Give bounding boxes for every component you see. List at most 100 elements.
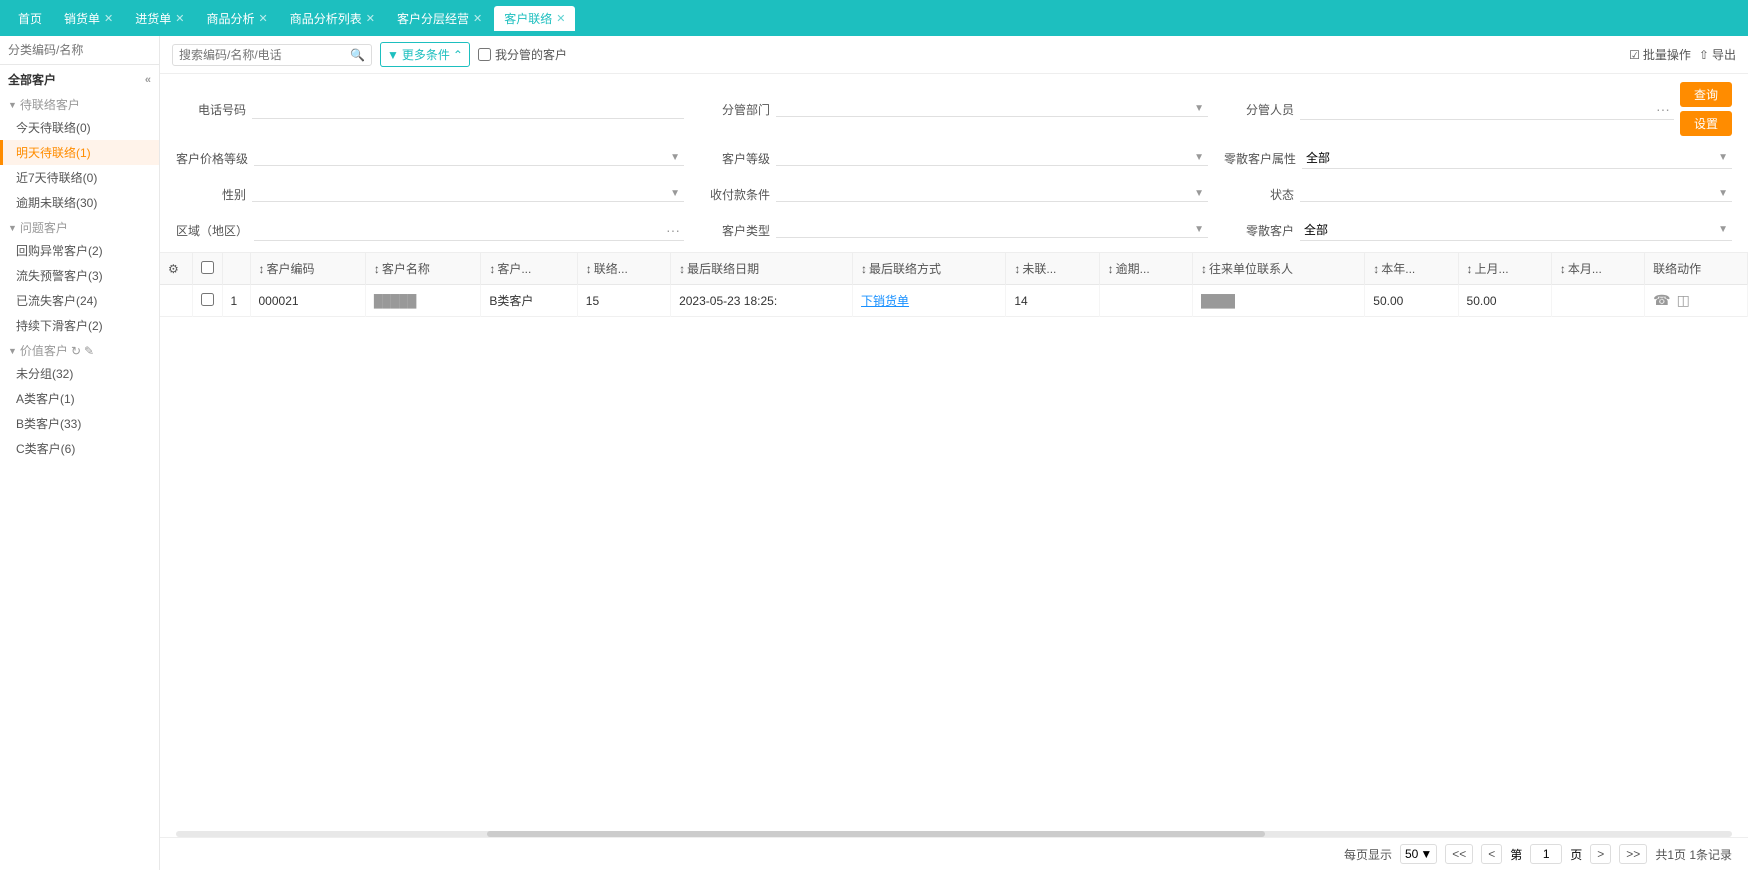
per-page-select[interactable]: 50 ▼ (1400, 844, 1437, 864)
cell-unit-contact: ████ (1192, 285, 1364, 317)
nav-customer-contact-close[interactable]: ✕ (556, 12, 565, 25)
col-customer-type: ↕ 客户... (481, 253, 577, 285)
export-btn[interactable]: ⇧ 导出 (1699, 46, 1736, 63)
row-checkbox[interactable] (201, 293, 214, 306)
customer-level-select[interactable]: ▼ (776, 150, 1208, 166)
sidebar-item-churned[interactable]: 已流失客户(24) (0, 288, 159, 313)
settings-gear-icon[interactable]: ⚙ (168, 262, 179, 276)
per-page-label: 每页显示 (1344, 846, 1392, 863)
gender-select[interactable]: ▼ (252, 186, 684, 202)
col-customer-code-sort-icon[interactable]: ↕ (259, 262, 265, 276)
last-page-btn[interactable]: >> (1619, 844, 1647, 864)
main-search-icon[interactable]: 🔍 (350, 48, 365, 62)
nav-goods-analysis-table[interactable]: 商品分析列表 ✕ (280, 6, 385, 31)
next-page-btn[interactable]: > (1590, 844, 1611, 864)
nav-customer-segment-close[interactable]: ✕ (473, 12, 482, 25)
col-customer-name-sort-icon[interactable]: ↕ (374, 262, 380, 276)
my-customers-filter[interactable]: 我分管的客户 (478, 46, 567, 63)
scroll-thumb[interactable] (487, 831, 1265, 837)
select-all-checkbox[interactable] (201, 261, 214, 274)
sidebar-item-class-b[interactable]: B类客户(33) (0, 411, 159, 436)
set-btn[interactable]: 设置 (1680, 111, 1732, 136)
horizontal-scrollbar[interactable] (160, 831, 1748, 837)
retail-attr-select[interactable]: 全部 ▼ (1302, 147, 1732, 169)
col-contact-sort-icon[interactable]: ↕ (586, 262, 592, 276)
prev-page-btn[interactable]: < (1481, 844, 1502, 864)
nav-customer-contact[interactable]: 客户联络 ✕ (494, 6, 575, 31)
region-select[interactable]: ··· (254, 220, 684, 241)
first-page-btn[interactable]: << (1445, 844, 1473, 864)
per-page-arrow: ▼ (1420, 847, 1432, 861)
nav-purchase-close[interactable]: ✕ (175, 12, 184, 25)
col-overdue-sort-icon[interactable]: ↕ (1108, 262, 1114, 276)
col-unit-contact-sort-icon[interactable]: ↕ (1201, 262, 1207, 276)
col-customer-type-sort-icon[interactable]: ↕ (489, 262, 495, 276)
col-checkbox (192, 253, 222, 285)
grid-action-icon[interactable]: ◫ (1677, 292, 1690, 309)
value-customer-group: 价值客户 ↻ ✎ (0, 338, 159, 361)
sidebar-item-unclassified[interactable]: 未分组(32) (0, 361, 159, 386)
sidebar-item-today[interactable]: 今天待联络(0) (0, 115, 159, 140)
sidebar-item-tomorrow[interactable]: 明天待联络(1) (0, 140, 159, 165)
sidebar-item-repurchase-abnormal[interactable]: 回购异常客户(2) (0, 238, 159, 263)
payment-label: 收付款条件 (700, 186, 770, 203)
batch-ops-btn[interactable]: ☑ 批量操作 (1629, 46, 1691, 63)
nav-home[interactable]: 首页 (8, 6, 52, 31)
region-dots-icon[interactable]: ··· (666, 222, 680, 238)
cell-name: █████ (365, 285, 480, 317)
adv-filter-retail-attr: 零散客户属性 全部 ▼ (1224, 144, 1732, 172)
phone-input[interactable] (252, 100, 684, 119)
gender-label: 性别 (176, 186, 246, 203)
nav-goods-analysis-close[interactable]: ✕ (259, 12, 268, 25)
nav-goods-analysis[interactable]: 商品分析 ✕ (196, 6, 277, 31)
col-overdue: ↕ 逾期... (1099, 253, 1192, 285)
value-group-refresh-icon[interactable]: ↻ (71, 344, 81, 358)
filter-actions: ☑ 批量操作 ⇧ 导出 (1629, 46, 1736, 63)
col-no-contact-sort-icon[interactable]: ↕ (1014, 262, 1020, 276)
manager-select[interactable]: ··· (1300, 99, 1674, 120)
page-number-input[interactable] (1530, 844, 1562, 864)
last-method-link[interactable]: 下销货单 (861, 294, 909, 308)
col-last-month-sort-icon[interactable]: ↕ (1467, 262, 1473, 276)
dept-select[interactable]: ▼ (776, 101, 1208, 117)
price-level-select[interactable]: ▼ (254, 150, 684, 166)
col-this-month-sort-icon[interactable]: ↕ (1560, 262, 1566, 276)
sidebar-item-week7[interactable]: 近7天待联络(0) (0, 165, 159, 190)
sidebar-item-class-c[interactable]: C类客户(6) (0, 436, 159, 461)
filter-bar: 🔍 ▼ 更多条件 ⌃ 我分管的客户 ☑ 批量操作 ⇧ 导出 (160, 36, 1748, 74)
col-settings: ⚙ (160, 253, 192, 285)
customer-type-label: 客户类型 (700, 222, 770, 239)
sidebar-item-overdue[interactable]: 逾期未联络(30) (0, 190, 159, 215)
more-conditions-btn[interactable]: ▼ 更多条件 ⌃ (380, 42, 470, 67)
sidebar-collapse-icon[interactable]: « (145, 74, 151, 86)
main-search-input[interactable] (179, 48, 346, 62)
nav-sales-close[interactable]: ✕ (104, 12, 113, 25)
page-label: 第 (1510, 846, 1522, 863)
query-btn[interactable]: 查询 (1680, 82, 1732, 107)
col-last-date: ↕ 最后联络日期 (671, 253, 853, 285)
value-group-edit-icon[interactable]: ✎ (84, 344, 94, 358)
payment-select[interactable]: ▼ (776, 186, 1208, 202)
nav-goods-analysis-table-close[interactable]: ✕ (366, 12, 375, 25)
sidebar-item-class-a[interactable]: A类客户(1) (0, 386, 159, 411)
col-unit-contact: ↕ 往来单位联系人 (1192, 253, 1364, 285)
nav-sales[interactable]: 销货单 ✕ (54, 6, 123, 31)
col-last-method-sort-icon[interactable]: ↕ (861, 262, 867, 276)
nav-purchase[interactable]: 进货单 ✕ (125, 6, 194, 31)
status-select[interactable]: ▼ (1300, 186, 1732, 202)
customer-type-select[interactable]: ▼ (776, 222, 1208, 238)
my-customers-checkbox[interactable] (478, 48, 491, 61)
gender-arrow: ▼ (670, 188, 680, 199)
total-label: 共1页 1条记录 (1655, 846, 1732, 863)
phone-label: 电话号码 (176, 101, 246, 118)
col-current-year-sort-icon[interactable]: ↕ (1373, 262, 1379, 276)
manager-dots-icon[interactable]: ··· (1656, 101, 1670, 117)
nav-customer-segment[interactable]: 客户分层经营 ✕ (387, 6, 492, 31)
sidebar-item-churn-risk[interactable]: 流失预警客户(3) (0, 263, 159, 288)
retail-customer-select[interactable]: 全部 ▼ (1300, 219, 1732, 241)
phone-action-icon[interactable]: ☎ (1653, 292, 1670, 309)
cell-current-year: 50.00 (1365, 285, 1458, 317)
sidebar-search-input[interactable] (8, 43, 160, 57)
col-last-date-sort-icon[interactable]: ↕ (679, 262, 685, 276)
sidebar-item-declining[interactable]: 持续下滑客户(2) (0, 313, 159, 338)
